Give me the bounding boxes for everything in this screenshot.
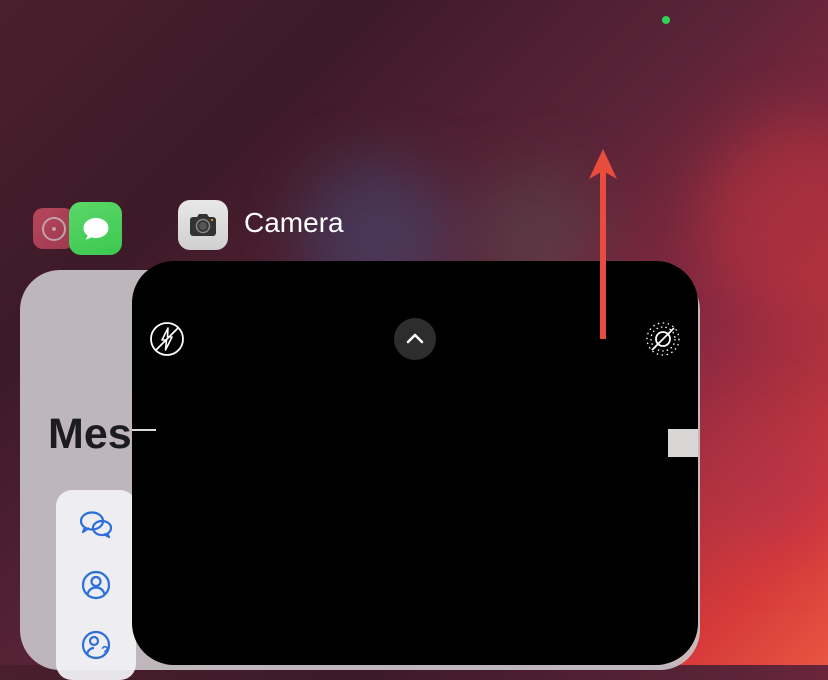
camera-app-label: Camera xyxy=(244,207,344,239)
person-circle-icon[interactable] xyxy=(79,568,113,602)
camera-app-card[interactable] xyxy=(132,261,698,665)
person-question-icon[interactable]: ? xyxy=(79,628,113,662)
svg-text:?: ? xyxy=(101,643,109,658)
flash-off-icon[interactable] xyxy=(149,321,185,357)
live-photo-off-icon[interactable] xyxy=(645,321,681,357)
messages-sidebar: ? xyxy=(56,490,136,680)
privacy-indicator-icon xyxy=(662,16,670,24)
clock-app-icon[interactable] xyxy=(33,208,74,249)
camera-app-icon[interactable] xyxy=(178,200,228,250)
messages-card-title: Mes xyxy=(48,410,132,459)
messages-app-icon[interactable] xyxy=(69,202,122,255)
camera-options-chevron-icon[interactable] xyxy=(394,318,436,360)
viewfinder-frame-left xyxy=(132,429,156,431)
viewfinder-frame-right xyxy=(668,429,698,457)
chat-bubbles-icon[interactable] xyxy=(79,508,113,542)
